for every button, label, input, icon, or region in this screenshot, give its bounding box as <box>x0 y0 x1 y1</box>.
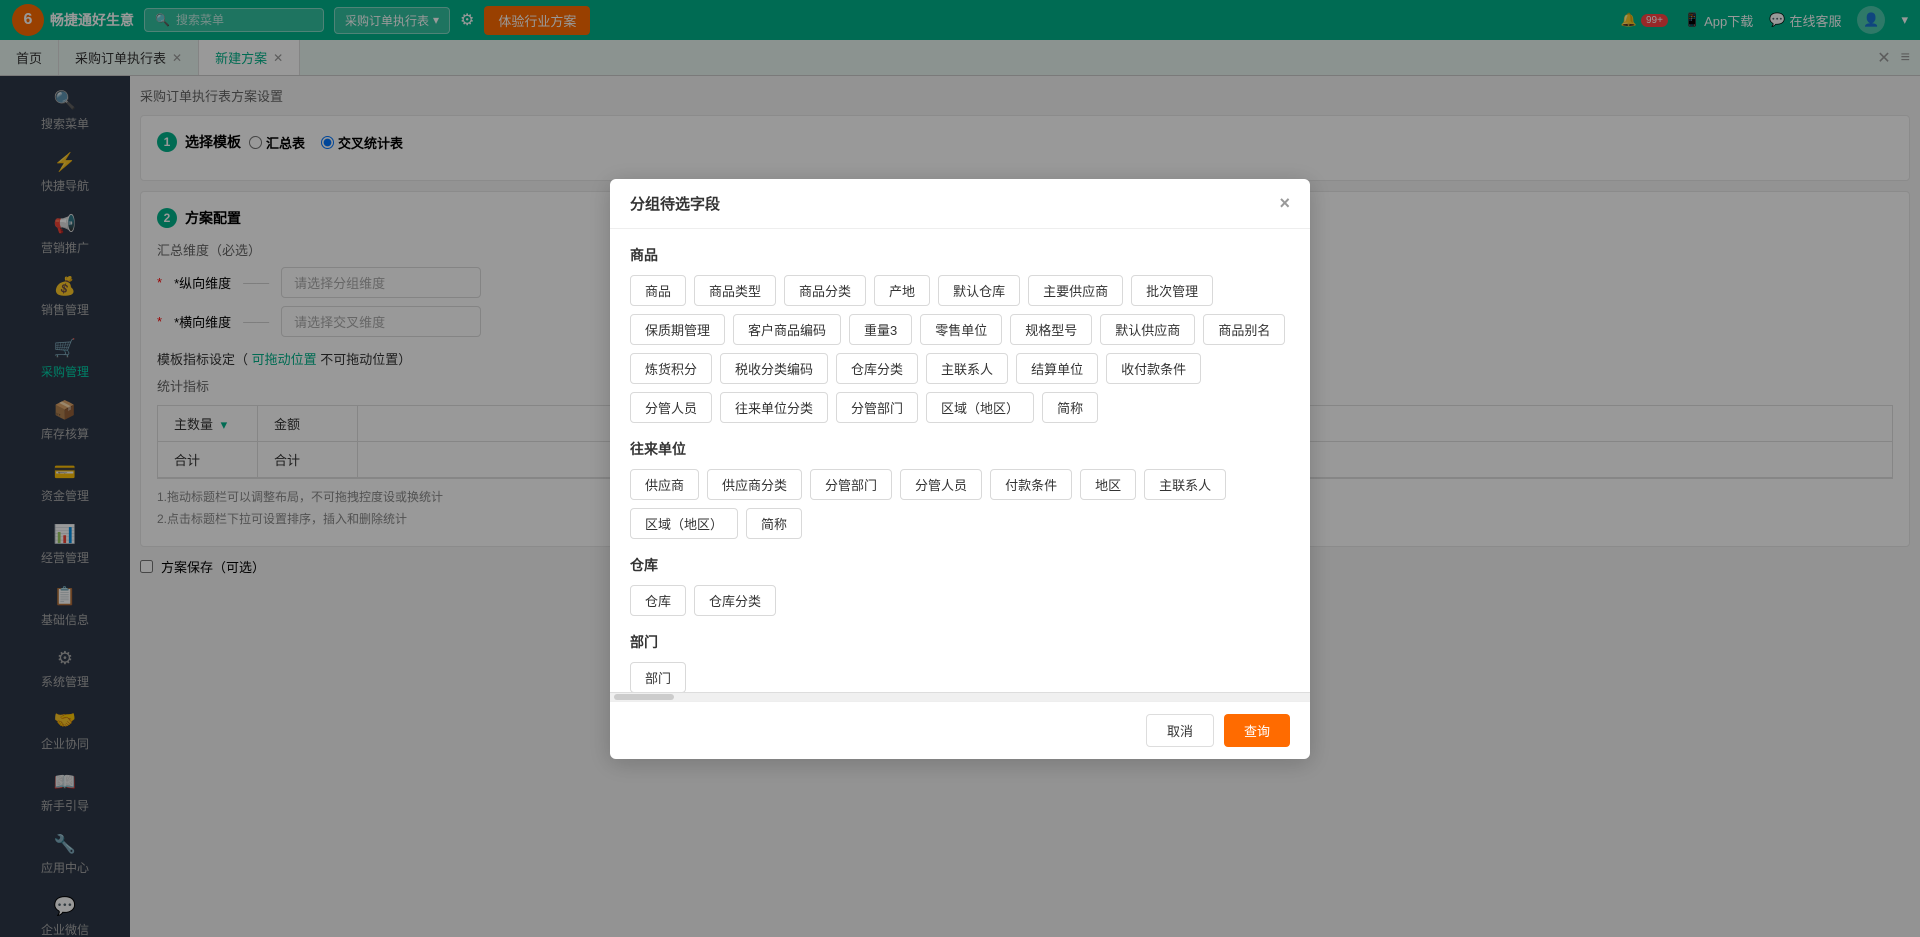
tag-product-14[interactable]: 炼货积分 <box>630 353 712 384</box>
cancel-button[interactable]: 取消 <box>1146 714 1214 747</box>
tag-partner-2[interactable]: 分管部门 <box>810 469 892 500</box>
tag-product-19[interactable]: 收付款条件 <box>1106 353 1201 384</box>
tag-product-6[interactable]: 批次管理 <box>1131 275 1213 306</box>
section-partner: 往来单位 供应商 供应商分类 分管部门 分管人员 付款条件 地区 主联系人 区域… <box>630 439 1290 539</box>
tag-product-12[interactable]: 默认供应商 <box>1100 314 1195 345</box>
modal-close-button[interactable]: × <box>1279 194 1290 212</box>
tag-product-22[interactable]: 分管部门 <box>836 392 918 423</box>
section-department-tags: 部门 <box>630 662 1290 693</box>
section-partner-tags: 供应商 供应商分类 分管部门 分管人员 付款条件 地区 主联系人 区域（地区） … <box>630 469 1290 539</box>
tag-partner-1[interactable]: 供应商分类 <box>707 469 802 500</box>
modal-body: 商品 商品 商品类型 商品分类 产地 默认仓库 主要供应商 批次管理 保质期管理… <box>610 229 1310 693</box>
tag-product-15[interactable]: 税收分类编码 <box>720 353 828 384</box>
field-selection-modal: 分组待选字段 × 商品 商品 商品类型 商品分类 产地 默认仓库 主要供应商 批… <box>610 179 1310 759</box>
tag-product-11[interactable]: 规格型号 <box>1010 314 1092 345</box>
modal-footer: 取消 查询 <box>610 701 1310 759</box>
section-department-title: 部门 <box>630 632 1290 652</box>
tag-product-5[interactable]: 主要供应商 <box>1028 275 1123 306</box>
tag-product-17[interactable]: 主联系人 <box>926 353 1008 384</box>
section-partner-title: 往来单位 <box>630 439 1290 459</box>
tag-product-4[interactable]: 默认仓库 <box>938 275 1020 306</box>
modal-horizontal-scrollbar[interactable] <box>610 692 1310 700</box>
tag-product-0[interactable]: 商品 <box>630 275 686 306</box>
tag-partner-3[interactable]: 分管人员 <box>900 469 982 500</box>
section-department: 部门 部门 <box>630 632 1290 693</box>
confirm-button[interactable]: 查询 <box>1224 714 1290 747</box>
tag-warehouse-0[interactable]: 仓库 <box>630 585 686 616</box>
section-product: 商品 商品 商品类型 商品分类 产地 默认仓库 主要供应商 批次管理 保质期管理… <box>630 245 1290 423</box>
tag-product-24[interactable]: 简称 <box>1042 392 1098 423</box>
modal-hscroll-thumb[interactable] <box>614 694 674 700</box>
tag-partner-5[interactable]: 地区 <box>1080 469 1136 500</box>
tag-partner-4[interactable]: 付款条件 <box>990 469 1072 500</box>
tag-product-21[interactable]: 往来单位分类 <box>720 392 828 423</box>
modal-header: 分组待选字段 × <box>610 179 1310 229</box>
tag-product-7[interactable]: 保质期管理 <box>630 314 725 345</box>
tag-product-16[interactable]: 仓库分类 <box>836 353 918 384</box>
tag-product-13[interactable]: 商品别名 <box>1203 314 1285 345</box>
tag-product-20[interactable]: 分管人员 <box>630 392 712 423</box>
modal-title: 分组待选字段 <box>630 193 720 214</box>
tag-partner-7[interactable]: 区域（地区） <box>630 508 738 539</box>
tag-product-18[interactable]: 结算单位 <box>1016 353 1098 384</box>
section-product-title: 商品 <box>630 245 1290 265</box>
tag-product-8[interactable]: 客户商品编码 <box>733 314 841 345</box>
section-product-tags: 商品 商品类型 商品分类 产地 默认仓库 主要供应商 批次管理 保质期管理 客户… <box>630 275 1290 423</box>
tag-partner-6[interactable]: 主联系人 <box>1144 469 1226 500</box>
section-warehouse-title: 仓库 <box>630 555 1290 575</box>
tag-product-1[interactable]: 商品类型 <box>694 275 776 306</box>
tag-department-0[interactable]: 部门 <box>630 662 686 693</box>
tag-warehouse-1[interactable]: 仓库分类 <box>694 585 776 616</box>
tag-product-3[interactable]: 产地 <box>874 275 930 306</box>
section-warehouse-tags: 仓库 仓库分类 <box>630 585 1290 616</box>
section-warehouse: 仓库 仓库 仓库分类 <box>630 555 1290 616</box>
tag-partner-0[interactable]: 供应商 <box>630 469 699 500</box>
tag-product-2[interactable]: 商品分类 <box>784 275 866 306</box>
tag-product-10[interactable]: 零售单位 <box>920 314 1002 345</box>
tag-product-9[interactable]: 重量3 <box>849 314 912 345</box>
tag-partner-8[interactable]: 简称 <box>746 508 802 539</box>
tag-product-23[interactable]: 区域（地区） <box>926 392 1034 423</box>
